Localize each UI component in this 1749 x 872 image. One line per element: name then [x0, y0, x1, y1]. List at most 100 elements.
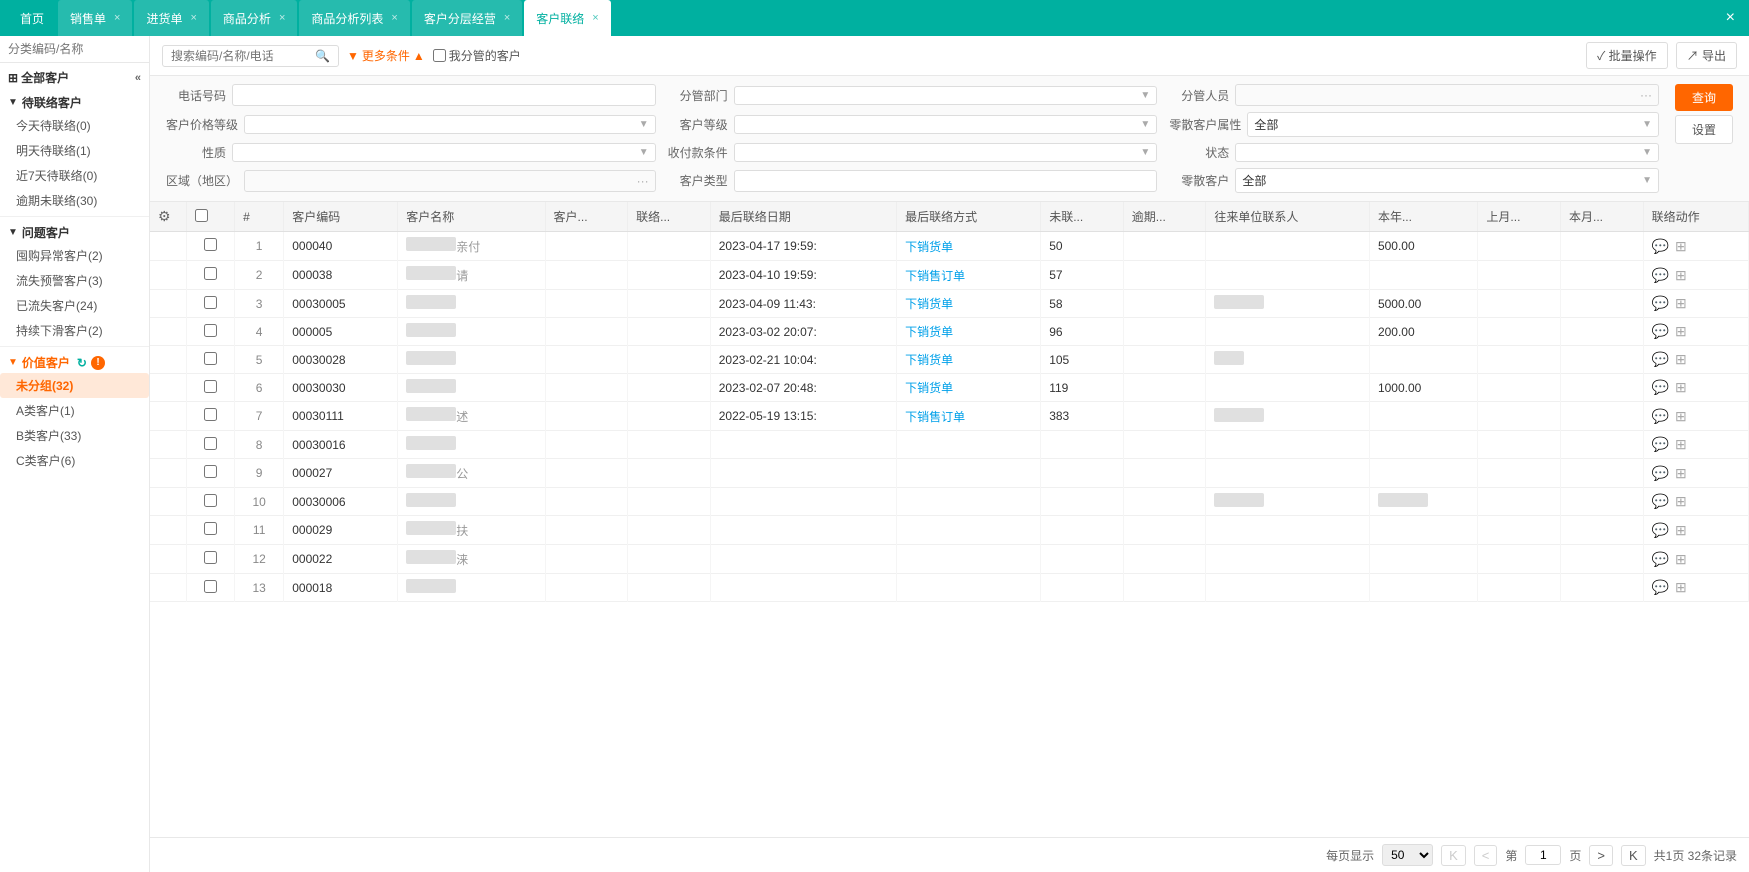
- grid-action-icon[interactable]: ⊞: [1675, 522, 1687, 539]
- retail-attr-select[interactable]: 全部 ▼: [1247, 112, 1659, 137]
- window-close-button[interactable]: ×: [1720, 9, 1741, 27]
- tab-home[interactable]: 首页: [8, 0, 56, 36]
- sidebar-item-7days[interactable]: 近7天待联络(0): [0, 163, 149, 188]
- sidebar-item-abnormal[interactable]: 囤购异常客户(2): [0, 243, 149, 268]
- page-number-input[interactable]: [1525, 845, 1561, 865]
- search-icon[interactable]: 🔍: [315, 49, 330, 63]
- message-action-icon[interactable]: 💬: [1652, 522, 1669, 539]
- price-level-select[interactable]: ▼: [244, 115, 656, 134]
- first-page-btn[interactable]: K: [1441, 845, 1466, 866]
- close-customer-contact-tab[interactable]: ×: [592, 12, 598, 24]
- type-header[interactable]: 客户...: [545, 202, 628, 232]
- grid-action-icon[interactable]: ⊞: [1675, 551, 1687, 568]
- grid-action-icon[interactable]: ⊞: [1675, 465, 1687, 482]
- close-purchase-tab[interactable]: ×: [190, 12, 196, 24]
- close-product-analysis-tab[interactable]: ×: [279, 12, 285, 24]
- last-page-btn[interactable]: K: [1621, 845, 1646, 866]
- grid-action-icon[interactable]: ⊞: [1675, 579, 1687, 596]
- value-customer-group[interactable]: ▼ 价值客户 ↻ !: [0, 350, 149, 373]
- unit-contact-header[interactable]: 往来单位联系人: [1206, 202, 1370, 232]
- pending-contact-group[interactable]: ▼ 待联络客户: [0, 90, 149, 113]
- message-action-icon[interactable]: 💬: [1652, 493, 1669, 510]
- name-header[interactable]: 客户名称: [398, 202, 545, 232]
- code-header[interactable]: 客户编码: [284, 202, 398, 232]
- row-checkbox[interactable]: [204, 267, 217, 280]
- retail-customer-select[interactable]: 全部 ▼: [1235, 168, 1659, 193]
- sidebar-item-class-c[interactable]: C类客户(6): [0, 448, 149, 473]
- sidebar-item-overdue[interactable]: 逾期未联络(30): [0, 188, 149, 213]
- sidebar-item-churn-warning[interactable]: 流失预警客户(3): [0, 268, 149, 293]
- row-checkbox[interactable]: [204, 408, 217, 421]
- message-action-icon[interactable]: 💬: [1652, 436, 1669, 453]
- supervisor-input[interactable]: ···: [1235, 84, 1659, 106]
- all-customers-header[interactable]: ⊞ 全部客户 «: [0, 63, 149, 90]
- tab-purchase[interactable]: 进货单 ×: [134, 0, 208, 36]
- row-checkbox[interactable]: [204, 437, 217, 450]
- search-input[interactable]: [171, 49, 311, 63]
- last-date-header[interactable]: 最后联络日期: [710, 202, 896, 232]
- select-all-checkbox[interactable]: [195, 209, 208, 222]
- grid-action-icon[interactable]: ⊞: [1675, 379, 1687, 396]
- customer-level-select[interactable]: ▼: [734, 115, 1158, 134]
- last-method-link[interactable]: 下销货单: [905, 325, 953, 339]
- message-action-icon[interactable]: 💬: [1652, 579, 1669, 596]
- tab-customer-tier[interactable]: 客户分层经营 ×: [412, 0, 522, 36]
- message-action-icon[interactable]: 💬: [1652, 351, 1669, 368]
- query-button[interactable]: 查询: [1675, 84, 1733, 111]
- message-action-icon[interactable]: 💬: [1652, 323, 1669, 340]
- nature-select[interactable]: ▼: [232, 143, 656, 162]
- grid-action-icon[interactable]: ⊞: [1675, 238, 1687, 255]
- sidebar-item-ungrouped[interactable]: 未分组(32): [0, 373, 149, 398]
- last-method-link[interactable]: 下销货单: [905, 297, 953, 311]
- message-action-icon[interactable]: 💬: [1652, 465, 1669, 482]
- grid-action-icon[interactable]: ⊞: [1675, 493, 1687, 510]
- message-action-icon[interactable]: 💬: [1652, 238, 1669, 255]
- grid-action-icon[interactable]: ⊞: [1675, 351, 1687, 368]
- batch-op-button[interactable]: ✓ 批量操作: [1586, 42, 1668, 69]
- contact-header[interactable]: 联络...: [628, 202, 711, 232]
- sidebar-item-declining[interactable]: 持续下滑客户(2): [0, 318, 149, 343]
- refresh-icon[interactable]: ↻: [77, 356, 87, 370]
- reset-button[interactable]: 设置: [1675, 115, 1733, 144]
- last-method-link[interactable]: 下销货单: [905, 381, 953, 395]
- sidebar-item-class-b[interactable]: B类客户(33): [0, 423, 149, 448]
- problem-customer-group[interactable]: ▼ 问题客户: [0, 220, 149, 243]
- last-month-header[interactable]: 上月...: [1478, 202, 1561, 232]
- message-action-icon[interactable]: 💬: [1652, 379, 1669, 396]
- tab-product-analysis-list[interactable]: 商品分析列表 ×: [299, 0, 409, 36]
- status-select[interactable]: ▼: [1235, 143, 1659, 162]
- per-page-select[interactable]: 50 100 200: [1382, 844, 1433, 866]
- row-checkbox[interactable]: [204, 324, 217, 337]
- sidebar-search-input[interactable]: [8, 42, 150, 56]
- row-checkbox[interactable]: [204, 238, 217, 251]
- message-action-icon[interactable]: 💬: [1652, 551, 1669, 568]
- row-checkbox[interactable]: [204, 522, 217, 535]
- tab-sales[interactable]: 销售单 ×: [58, 0, 132, 36]
- payment-terms-select[interactable]: ▼: [734, 143, 1158, 162]
- phone-input[interactable]: [232, 84, 656, 106]
- grid-action-icon[interactable]: ⊞: [1675, 267, 1687, 284]
- my-customers-checkbox-area[interactable]: 我分管的客户: [433, 47, 521, 64]
- last-method-link[interactable]: 下销售订单: [905, 269, 965, 283]
- more-conditions-button[interactable]: ▼ 更多条件 ▲: [347, 47, 425, 64]
- gear-header[interactable]: ⚙: [150, 202, 186, 232]
- row-checkbox[interactable]: [204, 580, 217, 593]
- collapse-icon[interactable]: «: [135, 72, 141, 84]
- settings-icon[interactable]: ⚙: [158, 208, 171, 224]
- message-action-icon[interactable]: 💬: [1652, 295, 1669, 312]
- close-sales-tab[interactable]: ×: [114, 12, 120, 24]
- next-page-btn[interactable]: >: [1589, 845, 1613, 866]
- row-checkbox[interactable]: [204, 494, 217, 507]
- sidebar-item-today[interactable]: 今天待联络(0): [0, 113, 149, 138]
- sidebar-item-tomorrow[interactable]: 明天待联络(1): [0, 138, 149, 163]
- export-button[interactable]: ↗ 导出: [1676, 42, 1737, 69]
- last-method-link[interactable]: 下销货单: [905, 240, 953, 254]
- tab-product-analysis[interactable]: 商品分析 ×: [211, 0, 297, 36]
- close-customer-tier-tab[interactable]: ×: [504, 12, 510, 24]
- row-checkbox[interactable]: [204, 551, 217, 564]
- grid-action-icon[interactable]: ⊞: [1675, 323, 1687, 340]
- sidebar-item-churned[interactable]: 已流失客户(24): [0, 293, 149, 318]
- row-checkbox[interactable]: [204, 380, 217, 393]
- my-customers-checkbox[interactable]: [433, 49, 446, 62]
- message-action-icon[interactable]: 💬: [1652, 267, 1669, 284]
